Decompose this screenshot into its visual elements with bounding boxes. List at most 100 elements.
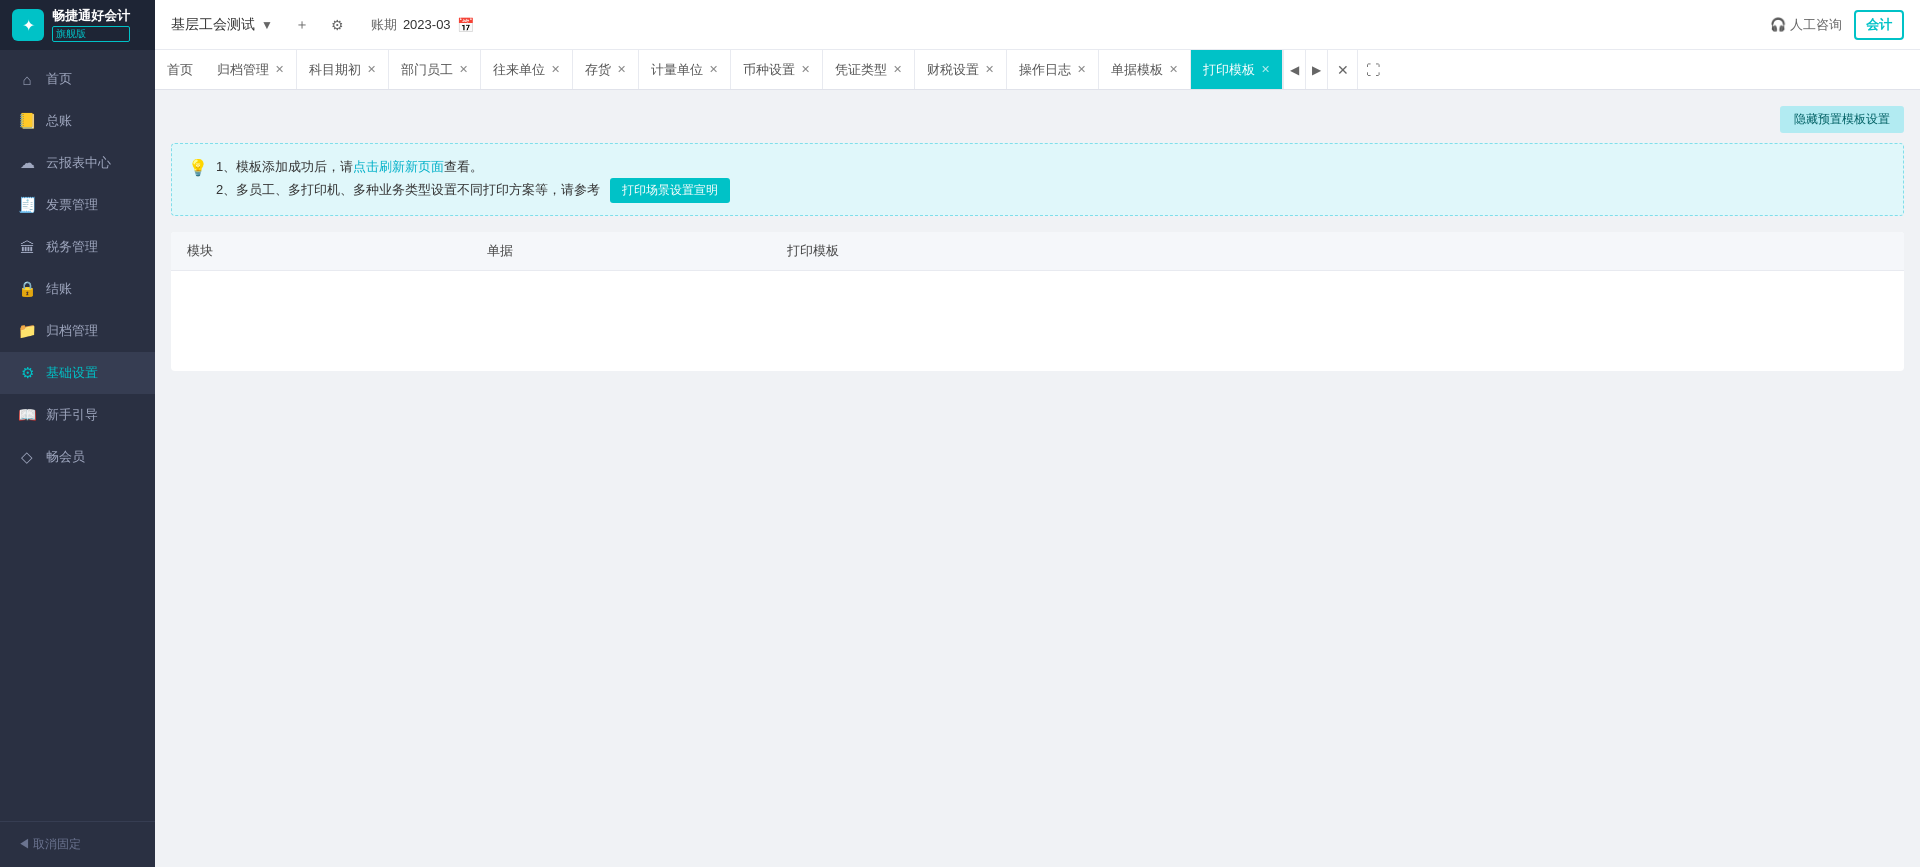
tab-nav-next[interactable]: ▶ — [1305, 50, 1327, 89]
col-template: 打印模板 — [771, 232, 1904, 270]
tab-bar: 首页 归档管理 ✕ 科目期初 ✕ 部门员工 ✕ 往来单位 ✕ 存货 ✕ 计量单位… — [155, 50, 1920, 90]
tab-department[interactable]: 部门员工 ✕ — [389, 50, 481, 89]
tab-close-operation-log[interactable]: ✕ — [1077, 63, 1086, 76]
tab-print-template[interactable]: 打印模板 ✕ — [1191, 50, 1283, 89]
tab-expand-button[interactable]: ⛶ — [1357, 50, 1387, 89]
period-info: 账期 2023-03 📅 — [371, 16, 474, 34]
tab-close-archive[interactable]: ✕ — [275, 63, 284, 76]
header-right: 🎧 人工咨询 会计 — [1770, 10, 1904, 40]
sidebar-item-settings[interactable]: ⚙ 基础设置 — [0, 352, 155, 394]
tab-close-all-button[interactable]: ✕ — [1327, 50, 1357, 89]
table-header: 模块 单据 打印模板 — [171, 232, 1904, 271]
sidebar-item-label: 结账 — [46, 280, 72, 298]
info-line1-post: 查看。 — [444, 159, 483, 174]
tab-close-tax-settings[interactable]: ✕ — [985, 63, 994, 76]
add-button[interactable]: ＋ — [289, 12, 315, 38]
tab-operation-log[interactable]: 操作日志 ✕ — [1007, 50, 1099, 89]
tab-subjects[interactable]: 科目期初 ✕ — [297, 50, 389, 89]
sidebar-item-label: 畅会员 — [46, 448, 85, 466]
logo-text: 畅捷通好会计 旗舰版 — [52, 8, 130, 42]
tab-close-units[interactable]: ✕ — [709, 63, 718, 76]
ledger-icon: 📒 — [18, 112, 36, 130]
invoice-icon: 🧾 — [18, 196, 36, 214]
tab-units[interactable]: 计量单位 ✕ — [639, 50, 731, 89]
sidebar-item-label: 税务管理 — [46, 238, 98, 256]
top-header: 基层工会测试 ▼ ＋ ⚙ 账期 2023-03 📅 🎧 人工咨询 会计 — [155, 0, 1920, 50]
sidebar-unpin-button[interactable]: ◀ 取消固定 — [0, 821, 155, 867]
info-line1-pre: 1、模板添加成功后，请 — [216, 159, 353, 174]
home-icon: ⌂ — [18, 71, 36, 88]
tab-inventory[interactable]: 存货 ✕ — [573, 50, 639, 89]
print-scene-button[interactable]: 打印场景设置宣明 — [610, 178, 730, 203]
member-icon: ◇ — [18, 448, 36, 466]
sidebar-item-invoice[interactable]: 🧾 发票管理 — [0, 184, 155, 226]
main-area: 基层工会测试 ▼ ＋ ⚙ 账期 2023-03 📅 🎧 人工咨询 会计 首页 归… — [155, 0, 1920, 867]
sidebar-item-home[interactable]: ⌂ 首页 — [0, 58, 155, 100]
tab-nav-prev[interactable]: ◀ — [1283, 50, 1305, 89]
hide-template-button[interactable]: 隐藏预置模板设置 — [1780, 106, 1904, 133]
headset-icon: 🎧 — [1770, 17, 1786, 32]
sidebar-item-member[interactable]: ◇ 畅会员 — [0, 436, 155, 478]
tab-close-contacts[interactable]: ✕ — [551, 63, 560, 76]
customer-service-button[interactable]: 🎧 人工咨询 — [1770, 16, 1842, 34]
col-module: 模块 — [171, 232, 471, 270]
table-body — [171, 271, 1904, 371]
sidebar-item-ledger[interactable]: 📒 总账 — [0, 100, 155, 142]
tab-close-department[interactable]: ✕ — [459, 63, 468, 76]
tab-close-document-template[interactable]: ✕ — [1169, 63, 1178, 76]
sidebar-item-label: 归档管理 — [46, 322, 98, 340]
logo-icon: ✦ — [12, 9, 44, 41]
sidebar-item-guide[interactable]: 📖 新手引导 — [0, 394, 155, 436]
refresh-link[interactable]: 点击刷新新页面 — [353, 159, 444, 174]
sidebar-item-label: 首页 — [46, 70, 72, 88]
tab-close-currency[interactable]: ✕ — [801, 63, 810, 76]
tax-icon: 🏛 — [18, 239, 36, 256]
period-label: 账期 — [371, 16, 397, 34]
chevron-down-icon: ▼ — [261, 18, 273, 32]
tab-close-voucher-type[interactable]: ✕ — [893, 63, 902, 76]
sidebar-item-label: 新手引导 — [46, 406, 98, 424]
tab-currency[interactable]: 币种设置 ✕ — [731, 50, 823, 89]
app-name: 畅捷通好会计 — [52, 8, 130, 24]
col-document: 单据 — [471, 232, 771, 270]
info-box: 💡 1、模板添加成功后，请点击刷新新页面查看。 2、多员工、多打印机、多种业务类… — [171, 143, 1904, 216]
guide-icon: 📖 — [18, 406, 36, 424]
sidebar: ✦ 畅捷通好会计 旗舰版 ⌂ 首页 📒 总账 ☁ 云报表中心 🧾 发票管理 🏛 … — [0, 0, 155, 867]
sidebar-nav: ⌂ 首页 📒 总账 ☁ 云报表中心 🧾 发票管理 🏛 税务管理 🔒 结账 📁 归… — [0, 50, 155, 821]
print-template-table: 模块 单据 打印模板 — [171, 232, 1904, 371]
info-line2-pre: 2、多员工、多打印机、多种业务类型设置不同打印方案等，请参考 — [216, 182, 600, 197]
tab-close-subjects[interactable]: ✕ — [367, 63, 376, 76]
tab-close-inventory[interactable]: ✕ — [617, 63, 626, 76]
close-icon: 🔒 — [18, 280, 36, 298]
tab-archive[interactable]: 归档管理 ✕ — [205, 50, 297, 89]
tab-voucher-type[interactable]: 凭证类型 ✕ — [823, 50, 915, 89]
kuaiji-button[interactable]: 会计 — [1854, 10, 1904, 40]
company-name: 基层工会测试 — [171, 16, 255, 34]
sidebar-item-label: 基础设置 — [46, 364, 98, 382]
sidebar-item-label: 云报表中心 — [46, 154, 111, 172]
bulb-icon: 💡 — [188, 158, 208, 177]
sidebar-item-archive[interactable]: 📁 归档管理 — [0, 310, 155, 352]
company-selector[interactable]: 基层工会测试 ▼ — [171, 16, 273, 34]
tab-home[interactable]: 首页 — [155, 50, 205, 89]
app-tag: 旗舰版 — [52, 26, 130, 42]
sidebar-item-reports[interactable]: ☁ 云报表中心 — [0, 142, 155, 184]
sidebar-item-tax[interactable]: 🏛 税务管理 — [0, 226, 155, 268]
sidebar-item-label: 发票管理 — [46, 196, 98, 214]
info-line-1: 1、模板添加成功后，请点击刷新新页面查看。 — [216, 156, 730, 178]
tab-tax-settings[interactable]: 财税设置 ✕ — [915, 50, 1007, 89]
tab-close-print-template[interactable]: ✕ — [1261, 63, 1270, 76]
period-value: 2023-03 — [403, 17, 451, 32]
info-line-2: 2、多员工、多打印机、多种业务类型设置不同打印方案等，请参考 打印场景设置宣明 — [216, 178, 730, 203]
tab-document-template[interactable]: 单据模板 ✕ — [1099, 50, 1191, 89]
settings-gear-icon[interactable]: ⚙ — [325, 12, 351, 38]
content-area: 隐藏预置模板设置 💡 1、模板添加成功后，请点击刷新新页面查看。 2、多员工、多… — [155, 90, 1920, 867]
hide-template-bar: 隐藏预置模板设置 — [171, 106, 1904, 133]
service-label: 人工咨询 — [1790, 16, 1842, 34]
calendar-icon[interactable]: 📅 — [457, 17, 474, 33]
reports-icon: ☁ — [18, 154, 36, 172]
tab-contacts[interactable]: 往来单位 ✕ — [481, 50, 573, 89]
info-text-block: 1、模板添加成功后，请点击刷新新页面查看。 2、多员工、多打印机、多种业务类型设… — [216, 156, 730, 203]
sidebar-item-close[interactable]: 🔒 结账 — [0, 268, 155, 310]
settings-icon: ⚙ — [18, 364, 36, 382]
